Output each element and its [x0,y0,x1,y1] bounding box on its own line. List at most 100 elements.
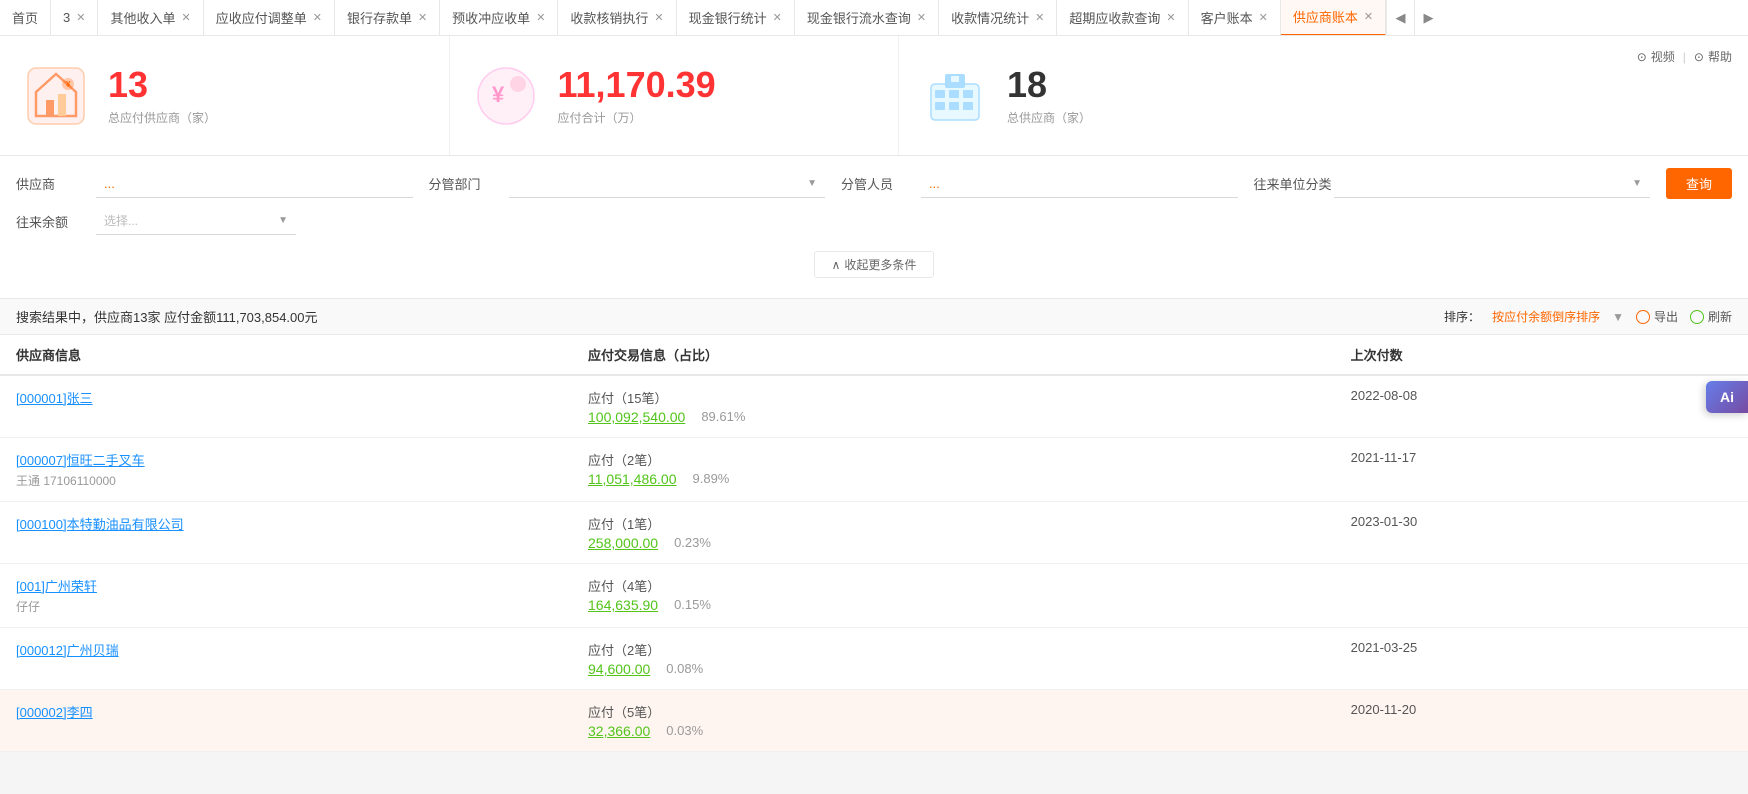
trans-amount-3[interactable]: 164,635.90 [588,597,658,613]
trans-label-1: 应付（2笔） [588,450,1351,469]
divider: | [1683,50,1686,64]
supplier-link-5[interactable]: [000002]李四 [16,702,588,721]
person-filter-input[interactable]: ... [921,170,1238,198]
result-bar: 搜索结果中，供应商13家 应付金额111,703,854.00元 排序： 按应付… [0,299,1748,335]
supplier-link-2[interactable]: [000100]本特勤油品有限公司 [16,514,588,533]
supplier-link-1[interactable]: [000007]恒旺二手叉车 [16,450,588,469]
transaction-info-5: 应付（5笔） 32,366.00 0.03% [588,702,1351,739]
nav-tab-supplier-ledger[interactable]: 供应商账本 ✕ [1281,0,1386,36]
result-bar-actions: 排序： 按应付余额倒序排序 ▼ 导出 刷新 [1444,308,1732,325]
trans-label-0: 应付（15笔） [588,388,1351,407]
last-pay-date-0: 2022-08-08 [1351,388,1418,403]
table-row[interactable]: [000100]本特勤油品有限公司 应付（1笔） 258,000.00 0.23… [0,502,1748,564]
nav-tab-other-income[interactable]: 其他收入单 ✕ [98,0,203,36]
last-pay-0: 2022-08-08 [1351,388,1732,403]
nav-tab-home[interactable]: 首页 [0,0,51,36]
collapse-chevron-icon: ∧ [832,258,841,272]
export-label: 导出 [1654,308,1678,325]
collapse-button[interactable]: ∧ 收起更多条件 [814,251,934,278]
nav-tab-collection-close[interactable]: ✕ [654,11,663,24]
nav-tab-3-close[interactable]: ✕ [76,11,85,24]
result-summary-text: 搜索结果中，供应商13家 应付金额111,703,854.00元 [16,307,318,326]
summary-card-total-suppliers: 18 总供应商（家） ⊙ 视频 | ⊙ 帮助 [899,36,1748,155]
supplier-link-0[interactable]: [000001]张三 [16,388,588,407]
nav-tab-collection[interactable]: 收款核销执行 ✕ [558,0,676,36]
sort-value[interactable]: 按应付余额倒序排序 [1492,308,1600,325]
nav-prev-arrow[interactable]: ◀ [1386,0,1414,36]
nav-tab-customer-ledger[interactable]: 客户账本 ✕ [1189,0,1281,36]
trans-amount-5[interactable]: 32,366.00 [588,723,650,739]
nav-tab-supplier-ledger-close[interactable]: ✕ [1364,10,1373,23]
supplier-link-4[interactable]: [000012]广州贝瑞 [16,640,588,659]
trans-pct-0: 89.61% [701,409,745,424]
trans-amount-1[interactable]: 11,051,486.00 [588,471,677,487]
nav-tab-cash-bank-stat-close[interactable]: ✕ [773,11,782,24]
nav-tab-prepay[interactable]: 预收冲应收单 ✕ [440,0,558,36]
last-pay-date-4: 2021-03-25 [1351,640,1418,655]
transaction-info-2: 应付（1笔） 258,000.00 0.23% [588,514,1351,551]
total-suppliers-number: 18 [1007,65,1091,105]
table-row[interactable]: [000007]恒旺二手叉车 王通 17106110000 应付（2笔） 11,… [0,438,1748,502]
dept-filter-arrow: ▼ [807,178,817,189]
transaction-info-3: 应付（4笔） 164,635.90 0.15% [588,576,1351,613]
transaction-info-1: 应付（2笔） 11,051,486.00 9.89% [588,450,1351,487]
svg-text:¥: ¥ [492,82,505,107]
total-suppliers-content: 18 总供应商（家） [1007,65,1091,126]
help-icon: ⊙ [1694,50,1704,64]
nav-tab-other-income-close[interactable]: ✕ [181,11,190,24]
category-filter-select[interactable]: ▼ [1334,170,1651,198]
nav-tab-collection-stat[interactable]: 收款情况统计 ✕ [939,0,1057,36]
table-row[interactable]: [000012]广州贝瑞 应付（2笔） 94,600.00 0.08% 2021… [0,628,1748,690]
balance-filter-select[interactable]: 选择... ▼ [96,207,296,235]
payable-total-content: 11,170.39 应付合计（万） [558,65,716,126]
sort-arrow-icon[interactable]: ▼ [1612,310,1624,324]
nav-tab-cash-bank-stat[interactable]: 现金银行统计 ✕ [677,0,795,36]
dept-filter-select[interactable]: ▼ [509,170,826,198]
nav-tab-cash-bank-stat-label: 现金银行统计 [689,8,767,27]
help-label[interactable]: 帮助 [1708,48,1732,65]
nav-tab-collection-stat-close[interactable]: ✕ [1035,11,1044,24]
data-table: 供应商信息 应付交易信息（占比） 上次付数 [000001]张三 应付（15笔）… [0,335,1748,752]
table-row[interactable]: [001]广州荣轩 仔仔 应付（4笔） 164,635.90 0.15% [0,564,1748,628]
nav-tab-overdue[interactable]: 超期应收款查询 ✕ [1057,0,1188,36]
video-label[interactable]: 视频 [1651,48,1675,65]
nav-tab-cash-flow-label: 现金银行流水查询 [807,8,911,27]
nav-tab-other-income-label: 其他收入单 [110,8,175,27]
supplier-link-3[interactable]: [001]广州荣轩 [16,576,588,595]
nav-tab-3[interactable]: 3 ✕ [51,0,98,36]
category-filter-arrow: ▼ [1632,178,1642,189]
supplier-info-0: [000001]张三 [16,388,588,407]
trans-pct-2: 0.23% [674,535,711,550]
table-row[interactable]: [000001]张三 应付（15笔） 100,092,540.00 89.61%… [0,376,1748,438]
supplier-info-3: [001]广州荣轩 仔仔 [16,576,588,615]
refresh-button[interactable]: 刷新 [1690,308,1732,325]
trans-label-4: 应付（2笔） [588,640,1351,659]
nav-tab-bank-deposit-close[interactable]: ✕ [418,11,427,24]
trans-row-2: 258,000.00 0.23% [588,533,1351,551]
balance-filter-label: 往来余额 [16,212,96,231]
export-button[interactable]: 导出 [1636,308,1678,325]
nav-tab-overdue-close[interactable]: ✕ [1166,11,1175,24]
trans-amount-0[interactable]: 100,092,540.00 [588,409,685,425]
nav-tab-customer-ledger-close[interactable]: ✕ [1259,11,1268,24]
table-row[interactable]: [000002]李四 应付（5笔） 32,366.00 0.03% 2020-1… [0,690,1748,752]
nav-tab-cash-flow-close[interactable]: ✕ [917,11,926,24]
nav-tab-bank-deposit[interactable]: 银行存款单 ✕ [335,0,440,36]
nav-tab-prepay-close[interactable]: ✕ [536,11,545,24]
trans-amount-2[interactable]: 258,000.00 [588,535,658,551]
filter-person: 分管人员 ... [841,170,1238,198]
trans-label-3: 应付（4笔） [588,576,1351,595]
nav-tab-cash-flow[interactable]: 现金银行流水查询 ✕ [795,0,939,36]
nav-tab-prepay-label: 预收冲应收单 [452,8,530,27]
transaction-info-4: 应付（2笔） 94,600.00 0.08% [588,640,1351,677]
nav-tab-adjustment-close[interactable]: ✕ [313,11,322,24]
query-button[interactable]: 查询 [1666,168,1732,199]
trans-row-0: 100,092,540.00 89.61% [588,407,1351,425]
trans-amount-4[interactable]: 94,600.00 [588,661,650,677]
nav-tab-adjustment[interactable]: 应收应付调整单 ✕ [204,0,335,36]
payable-total-number: 11,170.39 [558,65,716,105]
trans-label-5: 应付（5笔） [588,702,1351,721]
ai-button[interactable]: Ai [1706,381,1748,413]
nav-next-arrow[interactable]: ▶ [1414,0,1442,36]
supplier-filter-input[interactable]: ... [96,170,413,198]
